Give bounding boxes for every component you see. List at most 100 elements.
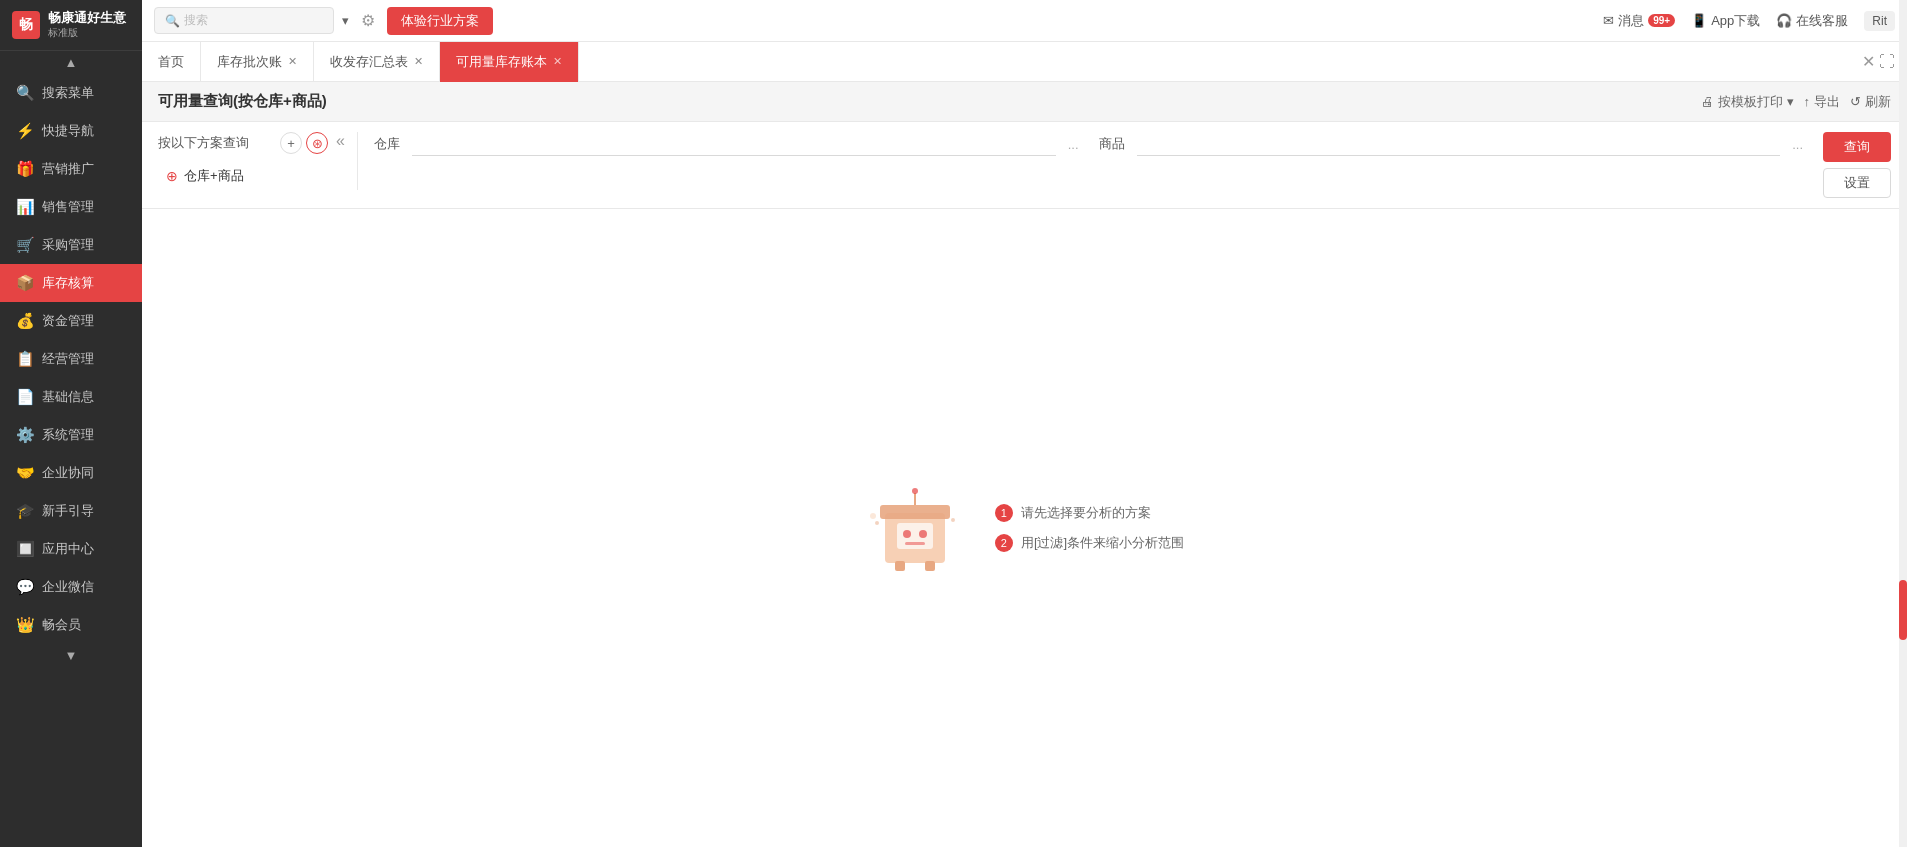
inventory-icon: 📦 xyxy=(16,274,34,292)
online-service-btn[interactable]: 🎧 在线客服 xyxy=(1776,12,1848,30)
header-gear-icon[interactable]: ⚙ xyxy=(357,7,379,34)
search-bar-text: 搜索 xyxy=(184,12,208,29)
query-actions: 查询 设置 xyxy=(1807,132,1891,198)
sidebar-item-search-menu[interactable]: 🔍 搜索菜单 xyxy=(0,74,142,112)
scroll-down-btn[interactable]: ▼ xyxy=(0,644,142,667)
sidebar-item-inventory-calc[interactable]: 📦 库存核算 xyxy=(0,264,142,302)
header-right: ✉ 消息 99+ 📱 App下载 🎧 在线客服 Rit xyxy=(1603,11,1895,31)
sidebar-item-enterprise-collab[interactable]: 🤝 企业协同 xyxy=(0,454,142,492)
tab-available-account[interactable]: 可用量库存账本 ✕ xyxy=(440,42,579,82)
tab-home[interactable]: 首页 xyxy=(142,42,201,82)
app-download-btn[interactable]: 📱 App下载 xyxy=(1691,12,1760,30)
warehouse-input[interactable] xyxy=(412,132,1056,156)
trial-industry-btn[interactable]: 体验行业方案 xyxy=(387,7,493,35)
tab-receipt-summary-label: 收发存汇总表 xyxy=(330,53,408,71)
messages-badge: 99+ xyxy=(1648,14,1675,27)
warehouse-field: 仓库 ... xyxy=(374,132,1083,156)
refresh-btn[interactable]: ↺ 刷新 xyxy=(1850,93,1891,111)
print-icon: 🖨 xyxy=(1701,94,1714,109)
query-btn[interactable]: 查询 xyxy=(1823,132,1891,162)
svg-point-7 xyxy=(912,488,918,494)
warehouse-dots-btn[interactable]: ... xyxy=(1064,137,1083,152)
query-left-actions: + ⊛ « xyxy=(280,132,345,154)
svg-point-4 xyxy=(919,530,927,538)
crown-icon: 👑 xyxy=(16,616,34,634)
tab-receipt-summary-close-icon[interactable]: ✕ xyxy=(414,55,423,68)
tip-text-2: 用[过滤]条件来缩小分析范围 xyxy=(1021,534,1184,552)
sidebar-item-sys-mgmt[interactable]: ⚙️ 系统管理 xyxy=(0,416,142,454)
goods-dots-btn[interactable]: ... xyxy=(1788,137,1807,152)
header-search-bar[interactable]: 🔍 搜索 xyxy=(154,7,334,34)
sidebar-item-label: 搜索菜单 xyxy=(42,84,94,102)
sidebar-item-new-guide[interactable]: 🎓 新手引导 xyxy=(0,492,142,530)
tabs-close-all-icon[interactable]: ✕ xyxy=(1862,52,1875,71)
wechat-icon: 💬 xyxy=(16,578,34,596)
settings-scheme-btn[interactable]: ⊛ xyxy=(306,132,328,154)
goods-label: 商品 xyxy=(1099,135,1129,153)
tip-text-1: 请先选择要分析的方案 xyxy=(1021,504,1151,522)
sidebar-item-finance-mgmt[interactable]: 💰 资金管理 xyxy=(0,302,142,340)
header-dropdown-btn[interactable]: ▾ xyxy=(342,13,349,28)
tab-batch-account-close-icon[interactable]: ✕ xyxy=(288,55,297,68)
goods-input[interactable] xyxy=(1137,132,1781,156)
chart-icon: 📊 xyxy=(16,198,34,216)
sidebar-item-sales-mgmt[interactable]: 📊 销售管理 xyxy=(0,188,142,226)
settings-btn[interactable]: 设置 xyxy=(1823,168,1891,198)
export-icon: ↑ xyxy=(1804,94,1811,109)
tip-num-2: 2 xyxy=(995,534,1013,552)
svg-rect-8 xyxy=(895,561,905,571)
gift-icon: 🎁 xyxy=(16,160,34,178)
sidebar-item-ops-mgmt[interactable]: 📋 经营管理 xyxy=(0,340,142,378)
export-btn[interactable]: ↑ 导出 xyxy=(1804,93,1841,111)
empty-tips: 1 请先选择要分析的方案 2 用[过滤]条件来缩小分析范围 xyxy=(995,504,1184,552)
money-icon: 💰 xyxy=(16,312,34,330)
query-filter-fields: 仓库 ... 商品 ... xyxy=(358,132,1807,156)
svg-point-10 xyxy=(875,521,879,525)
online-service-label: 在线客服 xyxy=(1796,12,1848,30)
tip-num-1: 1 xyxy=(995,504,1013,522)
tab-available-account-close-icon[interactable]: ✕ xyxy=(553,55,562,68)
sidebar-item-enterprise-wechat[interactable]: 💬 企业微信 xyxy=(0,568,142,606)
user-avatar[interactable]: Rit xyxy=(1864,11,1895,31)
messages-label: 消息 xyxy=(1618,12,1644,30)
sidebar-item-label: 企业协同 xyxy=(42,464,94,482)
sidebar-item-label: 库存核算 xyxy=(42,274,94,292)
scheme-item-warehouse-goods[interactable]: ⊕ 仓库+商品 xyxy=(158,162,345,190)
empty-tip-2: 2 用[过滤]条件来缩小分析范围 xyxy=(995,534,1184,552)
svg-rect-1 xyxy=(880,505,950,519)
empty-state: 1 请先选择要分析的方案 2 用[过滤]条件来缩小分析范围 xyxy=(142,209,1907,847)
search-icon: 🔍 xyxy=(16,84,34,102)
warehouse-label: 仓库 xyxy=(374,135,404,153)
sidebar-item-purchase-mgmt[interactable]: 🛒 采购管理 xyxy=(0,226,142,264)
export-label: 导出 xyxy=(1814,93,1840,111)
sidebar-item-app-center[interactable]: 🔲 应用中心 xyxy=(0,530,142,568)
sidebar-item-label: 资金管理 xyxy=(42,312,94,330)
cart-icon: 🛒 xyxy=(16,236,34,254)
sidebar-item-marketing[interactable]: 🎁 营销推广 xyxy=(0,150,142,188)
scheme-item-label: 仓库+商品 xyxy=(184,167,244,185)
search-bar-icon: 🔍 xyxy=(165,14,180,28)
add-scheme-btn[interactable]: + xyxy=(280,132,302,154)
header-left: 🔍 搜索 ▾ ⚙ 体验行业方案 xyxy=(154,7,493,35)
tabs-expand-icon[interactable]: ⛶ xyxy=(1879,53,1895,71)
collapse-scheme-btn[interactable]: « xyxy=(336,132,345,154)
tab-batch-account[interactable]: 库存批次账 ✕ xyxy=(201,42,314,82)
brand-text: 畅康通好生意 标准版 xyxy=(48,10,126,40)
print-template-btn[interactable]: 🖨 按模板打印 ▾ xyxy=(1701,93,1794,111)
query-scheme-header: 按以下方案查询 + ⊛ « xyxy=(158,132,345,154)
sidebar-item-member[interactable]: 👑 畅会员 xyxy=(0,606,142,644)
sidebar-item-basic-info[interactable]: 📄 基础信息 xyxy=(0,378,142,416)
sidebar-item-label: 系统管理 xyxy=(42,426,94,444)
page-title: 可用量查询(按仓库+商品) xyxy=(158,92,327,111)
chevron-down-icon: ▾ xyxy=(342,13,349,28)
sidebar-scroll: ▲ 🔍 搜索菜单 ⚡ 快捷导航 🎁 营销推广 📊 销售管理 🛒 采购管理 📦 库… xyxy=(0,51,142,847)
sidebar-item-label: 销售管理 xyxy=(42,198,94,216)
main-area: 🔍 搜索 ▾ ⚙ 体验行业方案 ✉ 消息 99+ 📱 App下载 🎧 在线客服 xyxy=(142,0,1907,847)
messages-btn[interactable]: ✉ 消息 99+ xyxy=(1603,12,1675,30)
tab-receipt-summary[interactable]: 收发存汇总表 ✕ xyxy=(314,42,440,82)
right-scrollbar-thumb[interactable] xyxy=(1899,580,1907,640)
goods-field: 商品 ... xyxy=(1099,132,1808,156)
scroll-up-btn[interactable]: ▲ xyxy=(0,51,142,74)
sidebar-item-quick-nav[interactable]: ⚡ 快捷导航 xyxy=(0,112,142,150)
gear-icon: ⚙️ xyxy=(16,426,34,444)
